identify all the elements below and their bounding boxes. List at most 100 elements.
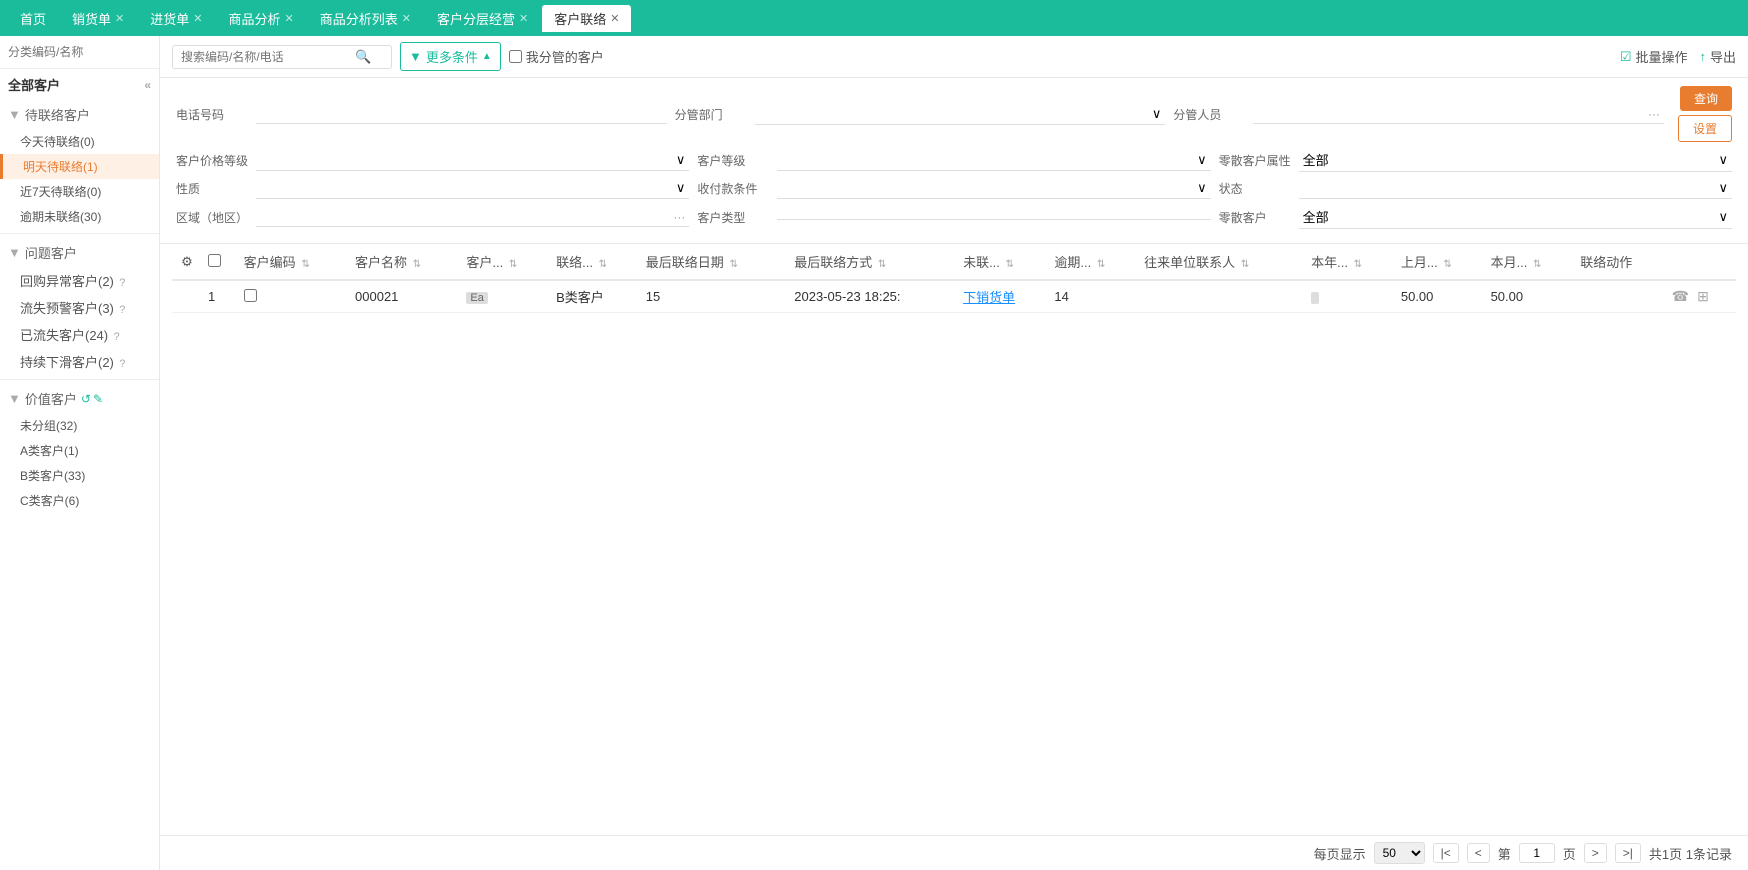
payment-select[interactable]: ∨	[777, 178, 1210, 199]
nav-purchase[interactable]: 进货单 ✕	[138, 5, 214, 32]
content-area: 🔍 ▼ 更多条件 ▲ 我分管的客户 ☑ 批量操作 ↑ 导出	[160, 36, 1748, 870]
close-customer-segment-icon[interactable]: ✕	[519, 12, 528, 25]
sidebar-item-tomorrow[interactable]: 明天待联络(1)	[0, 154, 159, 179]
th-type[interactable]: 客户... ⇅	[460, 244, 550, 280]
sidebar-item-ungrouped[interactable]: 未分组(32)	[0, 413, 159, 438]
close-sales-icon[interactable]: ✕	[115, 12, 124, 25]
nav-customer-segment[interactable]: 客户分层经营 ✕	[425, 5, 540, 32]
gear-col[interactable]: ⚙	[172, 244, 202, 280]
next-page-btn[interactable]: >	[1584, 843, 1607, 863]
my-customers-checkbox[interactable]	[509, 50, 522, 63]
select-all-checkbox[interactable]	[208, 254, 221, 267]
phone-input[interactable]	[256, 105, 667, 124]
nav-sales[interactable]: 销货单 ✕	[60, 5, 136, 32]
td-unit-contact	[1305, 280, 1395, 313]
status-select[interactable]: ∨	[1299, 178, 1732, 199]
close-product-analysis-icon[interactable]: ✕	[285, 12, 294, 25]
my-customers-checkbox-label[interactable]: 我分管的客户	[509, 47, 604, 66]
td-type: B类客户	[550, 280, 640, 313]
sidebar-item-churn-warning[interactable]: 流失预警客户(3) ?	[0, 294, 159, 321]
filter-retail-attr: 零散客户属性 全部 ∨	[1219, 148, 1732, 172]
batch-label: 批量操作	[1635, 47, 1687, 66]
retail-attr-chevron: ∨	[1718, 152, 1728, 168]
sidebar-item-class-c[interactable]: C类客户(6)	[0, 488, 159, 513]
customer-level-chevron: ∨	[1197, 152, 1207, 168]
action-grid-icon[interactable]: ⊞	[1697, 288, 1709, 305]
filter-more-btn[interactable]: ▼ 更多条件 ▲	[400, 42, 501, 71]
nav-product-list[interactable]: 商品分析列表 ✕	[308, 5, 423, 32]
query-btn[interactable]: 查询	[1680, 86, 1732, 111]
customer-level-select[interactable]: ∨	[777, 150, 1210, 171]
retail-attr-label: 零散客户属性	[1219, 152, 1299, 169]
td-index: 1	[202, 280, 238, 313]
filter-row-2: 客户价格等级 ∨ 客户等级 ∨ 零散客户属性 全部	[176, 148, 1732, 172]
export-btn[interactable]: ↑ 导出	[1699, 47, 1736, 66]
price-chevron: ∨	[676, 152, 686, 168]
close-purchase-icon[interactable]: ✕	[193, 12, 202, 25]
settings-btn[interactable]: 设置	[1678, 115, 1732, 142]
price-level-select[interactable]: ∨	[256, 150, 689, 171]
close-customer-contact-icon[interactable]: ✕	[610, 12, 619, 25]
dept-select[interactable]: ∨	[755, 104, 1166, 125]
sidebar-group-value[interactable]: ▼ 价值客户 ↺ ✎	[0, 384, 159, 413]
td-last-month: 50.00	[1485, 280, 1575, 313]
sidebar-all-customers[interactable]: 全部客户 «	[0, 69, 159, 100]
th-name[interactable]: 客户名称 ⇅	[349, 244, 460, 280]
th-not-contact[interactable]: 未联... ⇅	[957, 244, 1048, 280]
search-input[interactable]	[181, 50, 351, 64]
sidebar-group-pending[interactable]: ▼ 待联络客户	[0, 100, 159, 129]
edit-icon[interactable]: ✎	[93, 392, 103, 406]
refresh-icon[interactable]: ↺	[81, 392, 91, 406]
area-dots[interactable]: ···	[673, 210, 685, 224]
person-select[interactable]: ···	[1253, 105, 1664, 124]
search-icon[interactable]: 🔍	[355, 49, 371, 65]
pagination-bar: 每页显示 50 100 200 |< < 第 页 > >| 共1页 1条记录	[160, 835, 1748, 870]
last-page-btn[interactable]: >|	[1615, 843, 1641, 863]
sidebar-group-problem[interactable]: ▼ 问题客户	[0, 238, 159, 267]
action-phone-icon[interactable]: ☎	[1672, 288, 1689, 305]
th-code[interactable]: 客户编码 ⇅	[238, 244, 349, 280]
search-box: 🔍	[172, 45, 392, 69]
page-size-select[interactable]: 50 100 200	[1374, 842, 1425, 864]
sidebar-item-overdue[interactable]: 逾期未联络(30)	[0, 204, 159, 229]
th-this-year[interactable]: 本年... ⇅	[1305, 244, 1395, 280]
sidebar-item-class-b[interactable]: B类客户(33)	[0, 463, 159, 488]
filter-phone: 电话号码	[176, 105, 667, 124]
prev-page-btn[interactable]: <	[1467, 843, 1490, 863]
td-this-month	[1574, 280, 1665, 313]
th-last-method[interactable]: 最后联络方式 ⇅	[788, 244, 957, 280]
retail-attr-select[interactable]: 全部 ∨	[1299, 148, 1732, 172]
toolbar-right: ☑ 批量操作 ↑ 导出	[1620, 47, 1736, 66]
th-unit-contact[interactable]: 往来单位联系人 ⇅	[1138, 244, 1305, 280]
person-dots[interactable]: ···	[1648, 107, 1660, 121]
table-area: ⚙ 客户编码 ⇅ 客户名称 ⇅ 客户... ⇅ 联络... ⇅ 最后联络日期 ⇅…	[160, 244, 1748, 835]
area-select[interactable]: ···	[256, 208, 689, 227]
th-last-date[interactable]: 最后联络日期 ⇅	[640, 244, 788, 280]
gender-select[interactable]: ∨	[256, 178, 689, 199]
customer-type-select[interactable]	[777, 215, 1210, 220]
nav-customer-contact[interactable]: 客户联络 ✕	[542, 5, 631, 32]
row-checkbox[interactable]	[244, 289, 257, 302]
page-input[interactable]	[1519, 843, 1555, 863]
batch-action-btn[interactable]: ☑ 批量操作	[1620, 47, 1688, 66]
th-overdue[interactable]: 逾期... ⇅	[1048, 244, 1138, 280]
sidebar-item-churned[interactable]: 已流失客户(24) ?	[0, 321, 159, 348]
sidebar-item-class-a[interactable]: A类客户(1)	[0, 438, 159, 463]
first-page-btn[interactable]: |<	[1433, 843, 1459, 863]
th-checkbox	[202, 244, 238, 280]
close-product-list-icon[interactable]: ✕	[402, 12, 411, 25]
sidebar-item-7days[interactable]: 近7天待联络(0)	[0, 179, 159, 204]
sidebar-item-today[interactable]: 今天待联络(0)	[0, 129, 159, 154]
status-chevron: ∨	[1718, 180, 1728, 196]
toolbar: 🔍 ▼ 更多条件 ▲ 我分管的客户 ☑ 批量操作 ↑ 导出	[160, 36, 1748, 78]
sidebar-item-declining[interactable]: 持续下滑客户(2) ?	[0, 348, 159, 375]
th-contact-count[interactable]: 联络... ⇅	[550, 244, 640, 280]
nav-product-analysis[interactable]: 商品分析 ✕	[216, 5, 305, 32]
th-last-month[interactable]: 上月... ⇅	[1395, 244, 1485, 280]
nav-home[interactable]: 首页	[8, 5, 58, 32]
retail-select[interactable]: 全部 ∨	[1299, 205, 1732, 229]
sidebar-item-abnormal[interactable]: 回购异常客户(2) ?	[0, 267, 159, 294]
sidebar-search-input[interactable]	[8, 45, 160, 59]
th-this-month[interactable]: 本月... ⇅	[1485, 244, 1575, 280]
last-method-link[interactable]: 下销货单	[963, 290, 1015, 305]
